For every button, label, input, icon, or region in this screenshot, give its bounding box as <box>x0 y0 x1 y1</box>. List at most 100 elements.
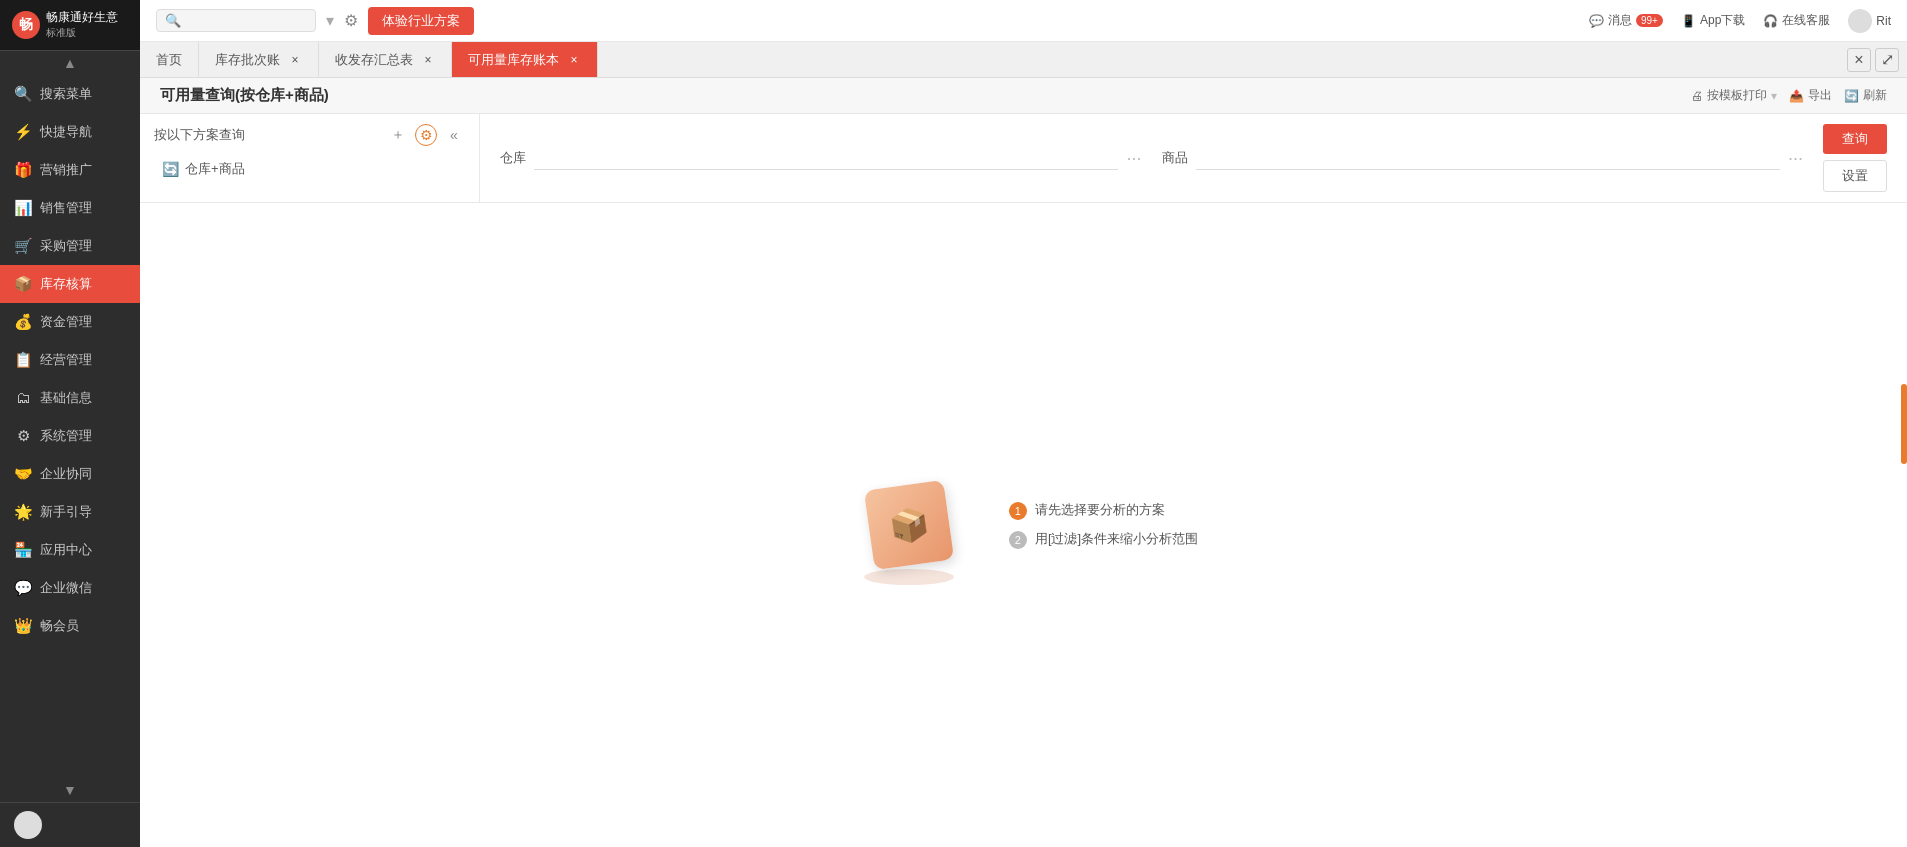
scroll-down-btn[interactable]: ▼ <box>0 778 140 802</box>
goods-more-btn[interactable]: ··· <box>1788 148 1803 169</box>
warehouse-more-btn[interactable]: ··· <box>1126 148 1141 169</box>
user-info[interactable]: Rit <box>1848 9 1891 33</box>
tab-available-ledger-label: 可用量库存账本 <box>468 51 559 69</box>
tab-batch[interactable]: 库存批次账 × <box>199 42 319 77</box>
sidebar-item-search-label: 搜索菜单 <box>40 85 92 103</box>
page-header-actions: 🖨 按模板打印 ▾ 📤 导出 🔄 刷新 <box>1691 87 1887 104</box>
page-header: 可用量查询(按仓库+商品) 🖨 按模板打印 ▾ 📤 导出 🔄 刷新 <box>140 78 1907 114</box>
online-service-label: 在线客服 <box>1782 12 1830 29</box>
sidebar-item-sales[interactable]: 📊 销售管理 <box>0 189 140 227</box>
empty-box-icon: 📦 <box>864 480 954 570</box>
sidebar-item-finance-label: 资金管理 <box>40 313 92 331</box>
sidebar-item-vip-label: 畅会员 <box>40 617 79 635</box>
tab-inventory-summary-label: 收发存汇总表 <box>335 51 413 69</box>
warehouse-field: 仓库 ··· <box>500 146 1142 170</box>
sidebar-item-system-label: 系统管理 <box>40 427 92 445</box>
finance-icon: 💰 <box>14 313 32 331</box>
page-title: 可用量查询(按仓库+商品) <box>160 86 329 105</box>
filter-area: 按以下方案查询 ＋ ⚙ « 🔄 仓库+商品 仓库 <box>140 114 1907 203</box>
empty-shadow <box>864 569 954 585</box>
tab-batch-close[interactable]: × <box>288 53 302 67</box>
tab-inventory-summary-close[interactable]: × <box>421 53 435 67</box>
sidebar-item-shortcut-label: 快捷导航 <box>40 123 92 141</box>
hint-num-2: 2 <box>1009 531 1027 549</box>
tab-home[interactable]: 首页 <box>140 42 199 77</box>
search-icon: 🔍 <box>165 13 181 28</box>
add-scheme-btn[interactable]: ＋ <box>387 124 409 146</box>
goods-input[interactable] <box>1196 146 1780 170</box>
topbar-right: 💬 消息 99+ 📱 App下载 🎧 在线客服 Rit <box>1589 9 1891 33</box>
appstore-icon: 🏪 <box>14 541 32 559</box>
filter-scheme-actions: ＋ ⚙ « <box>387 124 465 146</box>
settings-scheme-btn[interactable]: ⚙ <box>415 124 437 146</box>
print-chevron-icon: ▾ <box>1771 89 1777 103</box>
tab-maximize-btn[interactable]: ⤢ <box>1875 48 1899 72</box>
sidebar-item-marketing[interactable]: 🎁 营销推广 <box>0 151 140 189</box>
phone-icon: 📱 <box>1681 14 1696 28</box>
topbar-search-box[interactable]: 🔍 <box>156 9 316 32</box>
side-scroll-indicator[interactable] <box>1901 384 1907 464</box>
app-name: 畅康通好生意 <box>46 10 118 26</box>
empty-hints: 1 请先选择要分析的方案 2 用[过滤]条件来缩小分析范围 <box>1009 501 1198 549</box>
newuser-icon: 🌟 <box>14 503 32 521</box>
filter-scheme-label: 按以下方案查询 <box>154 126 245 144</box>
goods-field: 商品 ··· <box>1162 146 1804 170</box>
marketing-icon: 🎁 <box>14 161 32 179</box>
message-btn[interactable]: 💬 消息 99+ <box>1589 12 1663 29</box>
trial-btn[interactable]: 体验行业方案 <box>368 7 474 35</box>
goods-label: 商品 <box>1162 149 1188 167</box>
sidebar-item-wechat-label: 企业微信 <box>40 579 92 597</box>
sidebar-item-inventory-label: 库存核算 <box>40 275 92 293</box>
sidebar-item-basic-label: 基础信息 <box>40 389 92 407</box>
filter-fields: 仓库 ··· 商品 ··· 查询 设置 <box>480 114 1907 202</box>
sidebar-item-vip[interactable]: 👑 畅会员 <box>0 607 140 645</box>
tab-inventory-summary[interactable]: 收发存汇总表 × <box>319 42 452 77</box>
filter-scheme-panel: 按以下方案查询 ＋ ⚙ « 🔄 仓库+商品 <box>140 114 480 202</box>
logo-icon: 畅 <box>12 11 40 39</box>
scheme-item-warehouse-goods[interactable]: 🔄 仓库+商品 <box>154 154 465 184</box>
message-icon: 💬 <box>1589 14 1604 28</box>
hint-text-2: 用[过滤]条件来缩小分析范围 <box>1035 530 1198 548</box>
sidebar-item-shortcut[interactable]: ⚡ 快捷导航 <box>0 113 140 151</box>
tab-available-ledger[interactable]: 可用量库存账本 × <box>452 42 598 77</box>
tab-close-btn[interactable]: × <box>1847 48 1871 72</box>
refresh-action[interactable]: 🔄 刷新 <box>1844 87 1887 104</box>
collapse-scheme-btn[interactable]: « <box>443 124 465 146</box>
sidebar-item-appstore[interactable]: 🏪 应用中心 <box>0 531 140 569</box>
sidebar-item-system[interactable]: ⚙ 系统管理 <box>0 417 140 455</box>
sidebar: 畅 畅康通好生意 标准版 ▲ 🔍 搜索菜单 ⚡ 快捷导航 🎁 营销推广 📊 销售… <box>0 0 140 847</box>
filter-action-buttons: 查询 设置 <box>1823 124 1887 192</box>
search-input[interactable] <box>187 14 287 28</box>
gear-icon[interactable]: ⚙ <box>344 11 358 30</box>
sidebar-item-wechat[interactable]: 💬 企业微信 <box>0 569 140 607</box>
sidebar-item-finance[interactable]: 💰 资金管理 <box>0 303 140 341</box>
tab-available-ledger-close[interactable]: × <box>567 53 581 67</box>
sidebar-item-purchase[interactable]: 🛒 采购管理 <box>0 227 140 265</box>
chevron-down-icon[interactable]: ▾ <box>326 11 334 30</box>
warehouse-label: 仓库 <box>500 149 526 167</box>
wechat-icon: 💬 <box>14 579 32 597</box>
online-service-btn[interactable]: 🎧 在线客服 <box>1763 12 1830 29</box>
sidebar-item-marketing-label: 营销推广 <box>40 161 92 179</box>
sidebar-item-operation[interactable]: 📋 经营管理 <box>0 341 140 379</box>
sidebar-item-enterprise[interactable]: 🤝 企业协同 <box>0 455 140 493</box>
scroll-up-btn[interactable]: ▲ <box>0 51 140 75</box>
warehouse-input[interactable] <box>534 146 1118 170</box>
message-badge: 99+ <box>1636 14 1663 27</box>
sidebar-user <box>0 802 140 847</box>
main-content: 🔍 ▾ ⚙ 体验行业方案 💬 消息 99+ 📱 App下载 🎧 在线客服 Rit <box>140 0 1907 847</box>
settings-button[interactable]: 设置 <box>1823 160 1887 192</box>
sidebar-nav: 🔍 搜索菜单 ⚡ 快捷导航 🎁 营销推广 📊 销售管理 🛒 采购管理 📦 库存核… <box>0 75 140 778</box>
sidebar-item-operation-label: 经营管理 <box>40 351 92 369</box>
sidebar-item-newuser[interactable]: 🌟 新手引导 <box>0 493 140 531</box>
sidebar-item-basic[interactable]: 🗂 基础信息 <box>0 379 140 417</box>
export-action[interactable]: 📤 导出 <box>1789 87 1832 104</box>
app-download-btn[interactable]: 📱 App下载 <box>1681 12 1745 29</box>
empty-illustration: 📦 <box>849 465 969 585</box>
print-action[interactable]: 🖨 按模板打印 ▾ <box>1691 87 1777 104</box>
sidebar-item-inventory[interactable]: 📦 库存核算 <box>0 265 140 303</box>
filter-scheme-header: 按以下方案查询 ＋ ⚙ « <box>154 124 465 146</box>
sidebar-item-search[interactable]: 🔍 搜索菜单 <box>0 75 140 113</box>
query-button[interactable]: 查询 <box>1823 124 1887 154</box>
hint-text-1: 请先选择要分析的方案 <box>1035 501 1165 519</box>
